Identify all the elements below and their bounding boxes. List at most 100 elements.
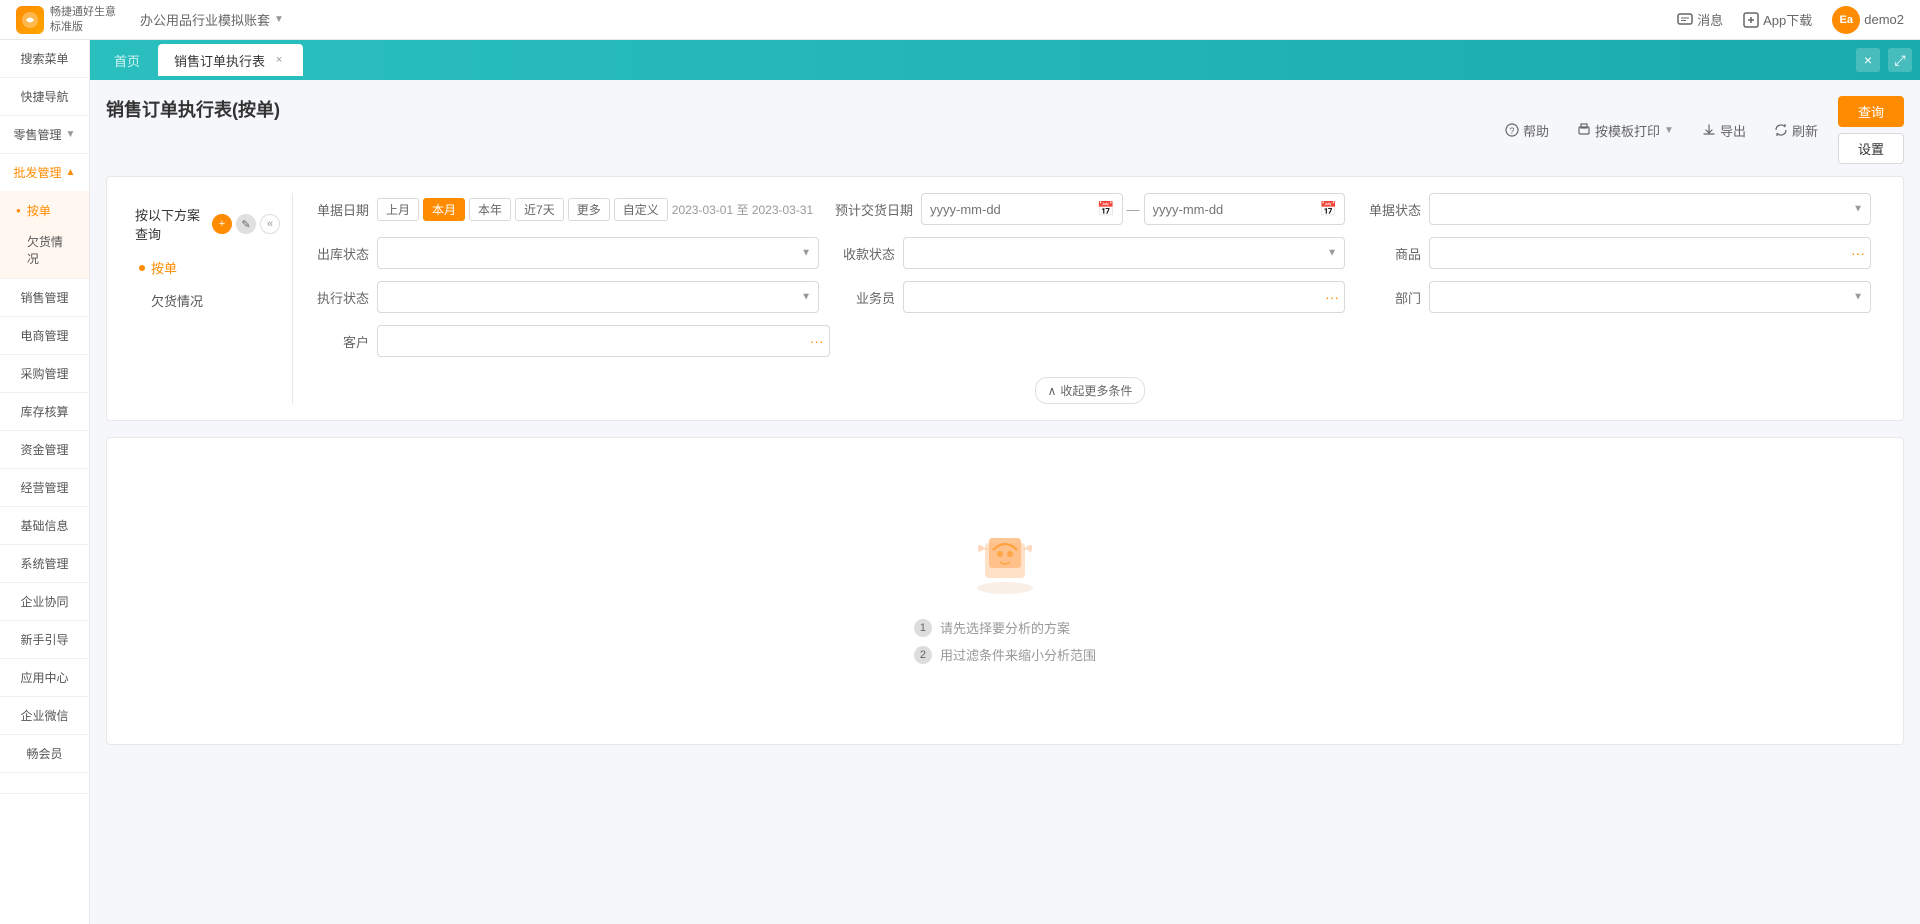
department-select-wrapper: ▼ [1429,281,1871,313]
filter-group-payment: 收款状态 ▼ [835,237,1345,269]
settings-btn[interactable]: 设置 [1838,133,1904,164]
filter-group-department: 部门 ▼ [1361,281,1871,313]
expected-date-end[interactable] [1144,193,1346,225]
invoice-dot-icon: ● [16,206,21,215]
date-quick-thismonth[interactable]: 本月 [423,198,465,221]
sidebar-item-enterprise[interactable]: 新手引导 [0,621,89,659]
sidebar-item-retail[interactable]: 零售管理 ▼ [0,116,89,153]
filter-add-btn[interactable]: + [212,214,232,234]
print-dropdown-icon[interactable]: ▼ [1664,125,1674,136]
breadcrumb-expand-icon[interactable]: ▼ [274,14,284,25]
customer-label: 客户 [309,332,369,351]
print-btn[interactable]: 按模板打印 ▼ [1569,117,1682,144]
page-actions: ? 帮助 按模板打印 ▼ [1497,96,1904,164]
help-btn[interactable]: ? 帮助 [1497,117,1557,144]
breadcrumb[interactable]: 办公用品行业模拟账套 ▼ [140,10,284,29]
export-btn[interactable]: 导出 [1694,117,1754,144]
sidebar-item-debt[interactable]: ● 欠货情况 [0,226,89,274]
sidebar-item-quicknav[interactable]: 快捷导航 [0,78,89,116]
sidebar-item-member[interactable] [0,773,89,794]
sidebar-section-retail: 零售管理 ▼ [0,116,89,154]
sidebar-item-appcenter[interactable]: 企业微信 [0,697,89,735]
sidebar-item-operations[interactable]: 基础信息 [0,507,89,545]
empty-step-2: 2 用过滤条件来缩小分析范围 [914,645,1096,664]
sidebar-item-corpwechat[interactable]: 畅会员 [0,735,89,773]
filter-scheme-invoice[interactable]: 按单 [131,251,284,284]
sidebar-item-newbie[interactable]: 应用中心 [0,659,89,697]
salesperson-input[interactable] [903,281,1345,313]
sidebar-label-debt: 欠货情况 [27,233,73,267]
status-select[interactable] [1429,193,1871,225]
filter-sidebar: 按以下方案查询 + ✎ « 按单 [123,193,293,404]
payment-select-wrapper: ▼ [903,237,1345,269]
app-download-btn[interactable]: App下载 [1743,10,1812,29]
export-icon [1702,123,1716,137]
sidebar-item-wholesale[interactable]: 批发管理 ▲ [0,154,89,191]
empty-steps: 1 请先选择要分析的方案 2 用过滤条件来缩小分析范围 [914,618,1096,664]
date-quick-lastmonth[interactable]: 上月 [377,198,419,221]
goods-input[interactable] [1429,237,1871,269]
goods-dots-btn[interactable]: ··· [1851,245,1865,261]
date-quick-custom[interactable]: 自定义 [614,198,668,221]
sidebar-item-basic[interactable]: 系统管理 [0,545,89,583]
filter-group-goods: 商品 ··· [1361,237,1871,269]
tab-close-btn[interactable]: × [271,52,287,68]
expected-date-start-wrapper: 📅 [921,193,1123,225]
help-icon: ? [1505,123,1519,137]
sidebar-item-inventory[interactable]: 资金管理 [0,431,89,469]
tab-bar-actions: × ⤢ [1856,48,1912,72]
execution-select[interactable] [377,281,819,313]
filter-edit-btn[interactable]: ✎ [236,214,256,234]
filter-collapse-btn[interactable]: « [260,214,280,234]
sidebar-item-marketing[interactable]: 销售管理 [0,279,89,317]
date-range-text: 2023-03-01 至 2023-03-31 [672,201,813,218]
sidebar-item-ecommerce[interactable]: 采购管理 [0,355,89,393]
goods-input-wrapper: ··· [1429,237,1871,269]
salesperson-dots-btn[interactable]: ··· [1325,289,1339,305]
department-select[interactable] [1429,281,1871,313]
step2-num: 2 [914,646,932,664]
filter-row-4: 客户 ··· [309,325,1871,357]
tab-sales-order[interactable]: 销售订单执行表 × [158,44,303,76]
sidebar-item-finance[interactable]: 经营管理 [0,469,89,507]
wholesale-submenu: ● 按单 ● 欠货情况 [0,191,89,278]
filter-group-date: 单据日期 上月 本月 本年 近7天 更多 自定义 2023-03-01 至 20… [309,198,819,221]
tab-expand-btn[interactable]: ⤢ [1888,48,1912,72]
tab-home[interactable]: 首页 [98,44,156,76]
logo-text: 畅捷通好生意 标准版 [50,5,116,34]
payment-select[interactable] [903,237,1345,269]
print-icon [1577,123,1591,137]
search-settings-group: 查询 设置 [1838,96,1904,164]
date-quick-7days[interactable]: 近7天 [515,198,564,221]
filter-scheme-debt[interactable]: 欠货情况 [131,284,284,317]
collapse-btn[interactable]: ∧ 收起更多条件 [1035,377,1146,404]
outbound-select[interactable] [377,237,819,269]
expected-date-start[interactable] [921,193,1123,225]
sidebar-item-search[interactable]: 搜索菜单 [0,40,89,78]
user-profile[interactable]: Ea demo2 [1832,6,1904,34]
filter-sidebar-header: 按以下方案查询 + ✎ « [123,193,292,251]
tab-close-window-btn[interactable]: × [1856,48,1880,72]
sidebar-item-sales-mgmt[interactable]: 电商管理 [0,317,89,355]
empty-step-1: 1 请先选择要分析的方案 [914,618,1070,637]
refresh-btn[interactable]: 刷新 [1766,117,1826,144]
sidebar-item-purchase[interactable]: 库存核算 [0,393,89,431]
customer-input[interactable] [377,325,830,357]
search-btn[interactable]: 查询 [1838,96,1904,127]
date-quick-more[interactable]: 更多 [568,198,610,221]
message-btn[interactable]: 消息 [1677,10,1723,29]
date-quick-thisyear[interactable]: 本年 [469,198,511,221]
customer-dots-btn[interactable]: ··· [810,333,824,349]
logo-icon [16,6,44,34]
filter-card-inner: 按以下方案查询 + ✎ « 按单 [123,193,1887,404]
page-title: 销售订单执行表(按单) [106,96,280,122]
expected-date-label: 预计交货日期 [835,200,913,219]
filter-group-salesperson: 业务员 ··· [835,281,1345,313]
scheme-active-dot [139,265,145,271]
outbound-select-wrapper: ▼ [377,237,819,269]
sidebar-label-invoice: 按单 [27,202,51,219]
sidebar-item-invoice[interactable]: ● 按单 [0,195,89,226]
sidebar-item-system[interactable]: 企业协同 [0,583,89,621]
status-select-wrapper: ▼ [1429,193,1871,225]
empty-state: 1 请先选择要分析的方案 2 用过滤条件来缩小分析范围 [106,437,1904,745]
